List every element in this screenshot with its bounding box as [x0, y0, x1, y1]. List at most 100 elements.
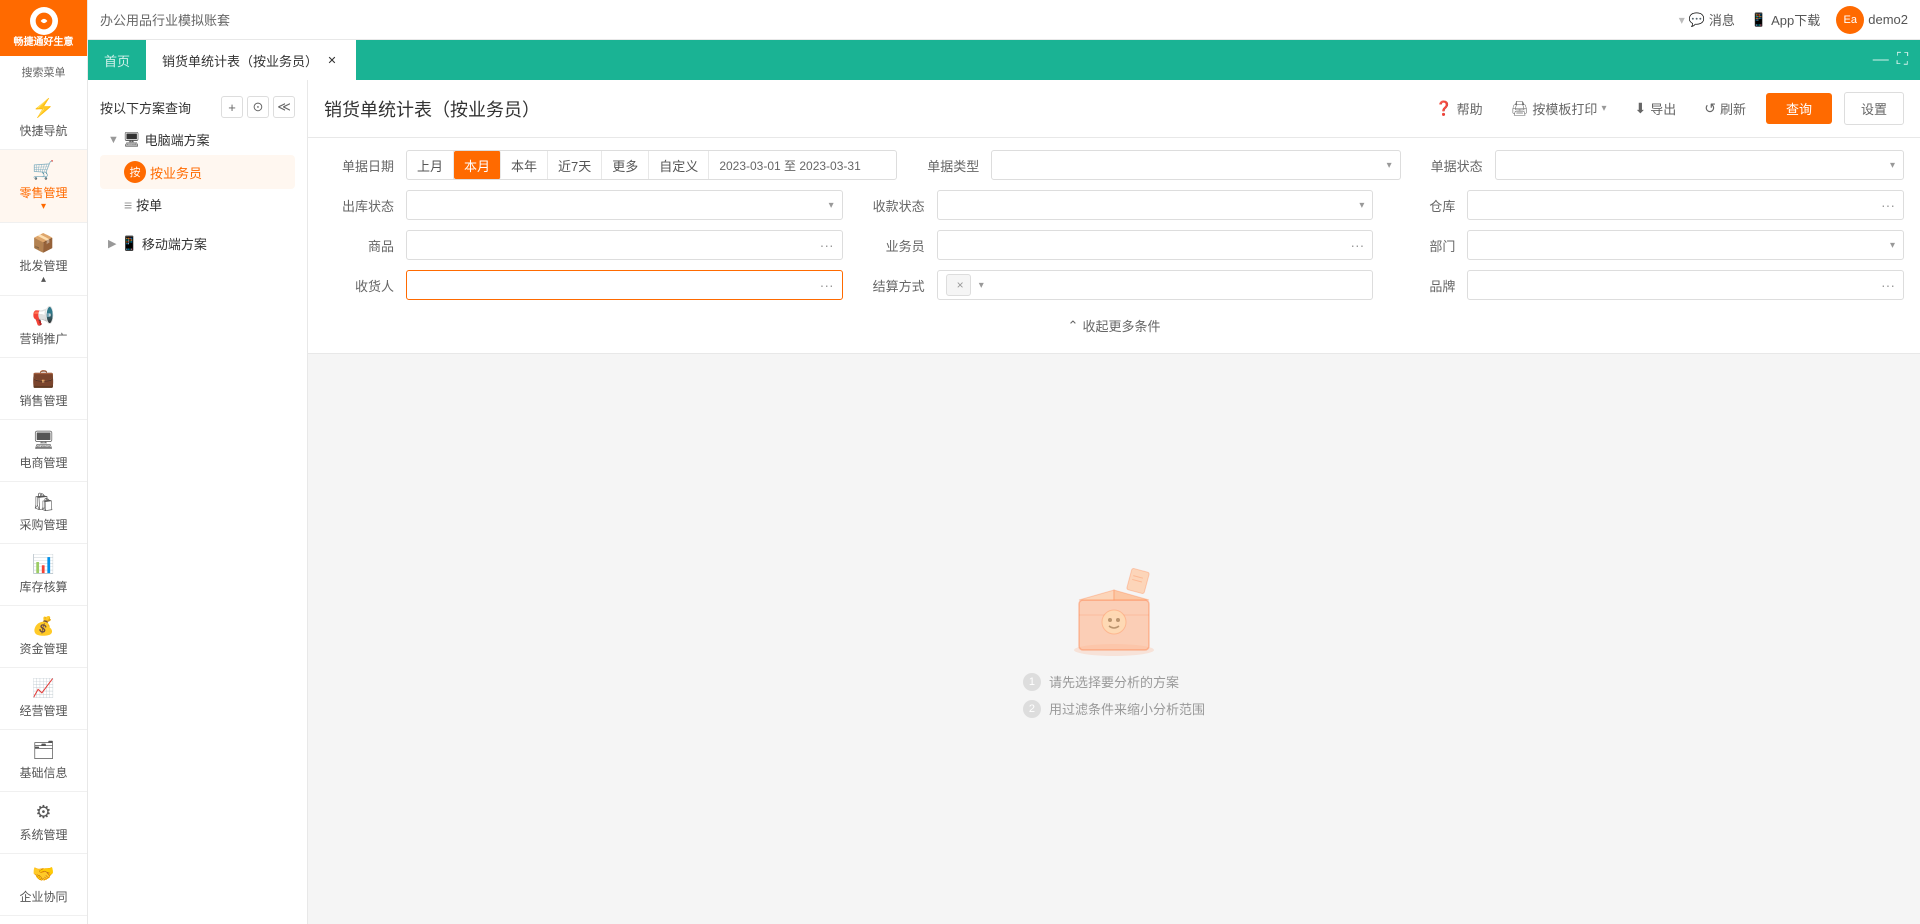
- collapse-up-icon: ⌃: [1068, 318, 1079, 334]
- help-btn[interactable]: ❓ 帮助: [1427, 95, 1490, 122]
- user-profile-btn[interactable]: Ea demo2: [1836, 6, 1908, 34]
- dept-control[interactable]: ▾: [1467, 230, 1904, 260]
- system-icon: ⚙: [35, 802, 51, 823]
- sidebar-item-basic[interactable]: 🗂 基础信息: [0, 730, 87, 792]
- tree-item-desktop[interactable]: ▼ 🖥 电脑端方案: [100, 124, 295, 155]
- tab-expand-btn[interactable]: ⛶: [1897, 51, 1908, 69]
- sidebar-logo: 畅捷通好生意: [0, 0, 88, 56]
- logo-text: 畅捷通好生意: [14, 37, 74, 49]
- refresh-btn[interactable]: ↺ 刷新: [1696, 95, 1754, 122]
- sidebar-item-sales[interactable]: 💼 销售管理: [0, 358, 87, 420]
- sidebar-item-inventory[interactable]: 📊 库存核算: [0, 544, 87, 606]
- sidebar-item-label: 电商管理: [19, 454, 67, 471]
- settings-btn[interactable]: 设置: [1844, 92, 1904, 125]
- empty-tip-1: 1 请先选择要分析的方案: [1023, 672, 1205, 691]
- sidebar-item-purchase[interactable]: 🛍 采购管理: [0, 482, 87, 544]
- tree-group-desktop: ▼ 🖥 电脑端方案 按 按业务员 ≡ 按单: [88, 124, 307, 220]
- tab-report[interactable]: 销货单统计表（按业务员） ✕: [146, 40, 356, 80]
- sidebar-item-wholesale[interactable]: 📦 批发管理 ▴: [0, 223, 87, 296]
- date-btn-more[interactable]: 更多: [602, 151, 649, 179]
- sidebar-item-ecommerce[interactable]: 🖥 电商管理: [0, 420, 87, 482]
- payment-dropdown-icon: ▾: [979, 280, 984, 291]
- order-icon: ≡: [124, 197, 132, 213]
- sidebar-item-operation[interactable]: 📈 经营管理: [0, 668, 87, 730]
- filter-row-4: 收货人 ··· 结算方式 × ▾ 品牌: [324, 270, 1904, 300]
- main-area: 办公用品行业模拟账套 ▾ 💬 消息 📱 App下载 Ea demo2 首页 销货…: [88, 0, 1920, 924]
- salesman-dots: ···: [1350, 237, 1364, 253]
- payment-control[interactable]: × ▾: [937, 270, 1374, 300]
- help-icon: ❓: [1435, 100, 1452, 117]
- filter-row-1: 单据日期 上月 本月 本年 近7天 更多 自定义 2023-03-01 至 20…: [324, 150, 1904, 180]
- dept-label: 部门: [1385, 236, 1455, 255]
- salesman-label: 业务员: [855, 236, 925, 255]
- filter-area: 单据日期 上月 本月 本年 近7天 更多 自定义 2023-03-01 至 20…: [308, 138, 1920, 354]
- sidebar-item-quicknav[interactable]: ⚡ 快捷导航: [0, 88, 87, 150]
- tip-text-2: 用过滤条件来缩小分析范围: [1049, 699, 1205, 718]
- date-filter: 上月 本月 本年 近7天 更多 自定义 2023-03-01 至 2023-03…: [406, 150, 897, 180]
- payment-tag-close[interactable]: ×: [957, 278, 964, 292]
- date-btn-7days[interactable]: 近7天: [548, 151, 602, 179]
- quicknav-icon: ⚡: [32, 98, 54, 119]
- tree-child-salesman[interactable]: 按 按业务员: [100, 155, 295, 189]
- message-btn[interactable]: 💬 消息: [1689, 10, 1735, 29]
- dept-dropdown-icon: ▾: [1890, 240, 1895, 251]
- sidebar-item-label: 零售管理: [19, 184, 67, 201]
- date-btn-thismonth[interactable]: 本月: [454, 151, 501, 179]
- query-btn[interactable]: 查询: [1766, 93, 1832, 124]
- sidebar-item-label: 库存核算: [19, 578, 67, 595]
- warehouse-control[interactable]: ···: [1467, 190, 1904, 220]
- home-tab-label: 首页: [104, 51, 130, 70]
- salesman-control[interactable]: ···: [937, 230, 1374, 260]
- template-print-btn[interactable]: 🖨 按模板打印 ▾: [1503, 95, 1615, 122]
- template-print-label: 按模板打印: [1532, 99, 1597, 118]
- add-scheme-btn[interactable]: +: [221, 96, 243, 118]
- sidebar-item-marketing[interactable]: 📢 营销推广: [0, 296, 87, 358]
- doctype-dropdown-icon: ▾: [1387, 160, 1392, 171]
- goods-control[interactable]: ···: [406, 230, 843, 260]
- receiver-control[interactable]: ···: [406, 270, 843, 300]
- tree-item-label: 电脑端方案: [145, 130, 210, 149]
- collapse-filter-btn[interactable]: ⌃ 收起更多条件: [324, 310, 1904, 341]
- tab-home[interactable]: 首页: [88, 40, 146, 80]
- collectstatus-control[interactable]: ▾: [937, 190, 1374, 220]
- sidebar-item-finance[interactable]: 💰 资金管理: [0, 606, 87, 668]
- tree-group-mobile: ▶ 📱 移动端方案: [88, 228, 307, 259]
- sidebar: 畅捷通好生意 搜索菜单 ⚡ 快捷导航 🛒 零售管理 ▾ 📦 批发管理 ▴ 📢 营…: [0, 0, 88, 924]
- receiver-dots: ···: [820, 277, 834, 293]
- receiver-label: 收货人: [324, 276, 394, 295]
- sidebar-search-menu[interactable]: 搜索菜单: [0, 56, 87, 88]
- sidebar-item-newbie[interactable]: 🎯 新手引导: [0, 916, 87, 924]
- date-btn-custom[interactable]: 自定义: [649, 151, 709, 179]
- chevron-up-icon: ▴: [41, 274, 46, 285]
- tab-close-btn[interactable]: ✕: [324, 52, 340, 68]
- date-btn-lastmonth[interactable]: 上月: [407, 151, 454, 179]
- tab-minimize-btn[interactable]: —: [1873, 51, 1889, 69]
- date-btn-thisyear[interactable]: 本年: [501, 151, 548, 179]
- sidebar-item-label: 快捷导航: [19, 122, 67, 139]
- export-btn[interactable]: ⬇ 导出: [1626, 95, 1684, 122]
- sidebar-item-system[interactable]: ⚙ 系统管理: [0, 792, 87, 854]
- doctype-label: 单据类型: [909, 156, 979, 175]
- app-download-btn[interactable]: 📱 App下载: [1751, 10, 1820, 29]
- app-download-label: App下载: [1771, 10, 1820, 29]
- edit-scheme-btn[interactable]: ⊙: [247, 96, 269, 118]
- collapse-panel-btn[interactable]: ≪: [273, 96, 295, 118]
- wholesale-icon: 📦: [32, 233, 54, 254]
- tree-item-mobile[interactable]: ▶ 📱 移动端方案: [100, 228, 295, 259]
- tree-child-byorder[interactable]: ≡ 按单: [100, 189, 295, 220]
- dropdown-arrow-topbar[interactable]: ▾: [1679, 13, 1685, 27]
- date-range: 2023-03-01 至 2023-03-31: [709, 157, 870, 174]
- sidebar-item-label: 经营管理: [19, 702, 67, 719]
- sidebar-item-enterprise[interactable]: 🤝 企业协同: [0, 854, 87, 916]
- message-icon: 💬: [1689, 12, 1705, 28]
- tree-child-label: 按单: [136, 195, 162, 214]
- username-label: demo2: [1868, 12, 1908, 27]
- sidebar-item-retail[interactable]: 🛒 零售管理 ▾: [0, 150, 87, 223]
- brand-control[interactable]: ···: [1467, 270, 1904, 300]
- filter-row-3: 商品 ··· 业务员 ··· 部门 ▾: [324, 230, 1904, 260]
- doctype-control[interactable]: ▾: [991, 150, 1400, 180]
- docstatus-control[interactable]: ▾: [1495, 150, 1904, 180]
- outstatus-control[interactable]: ▾: [406, 190, 843, 220]
- collapse-icon: ≪: [277, 99, 291, 115]
- outstatus-label: 出库状态: [324, 196, 394, 215]
